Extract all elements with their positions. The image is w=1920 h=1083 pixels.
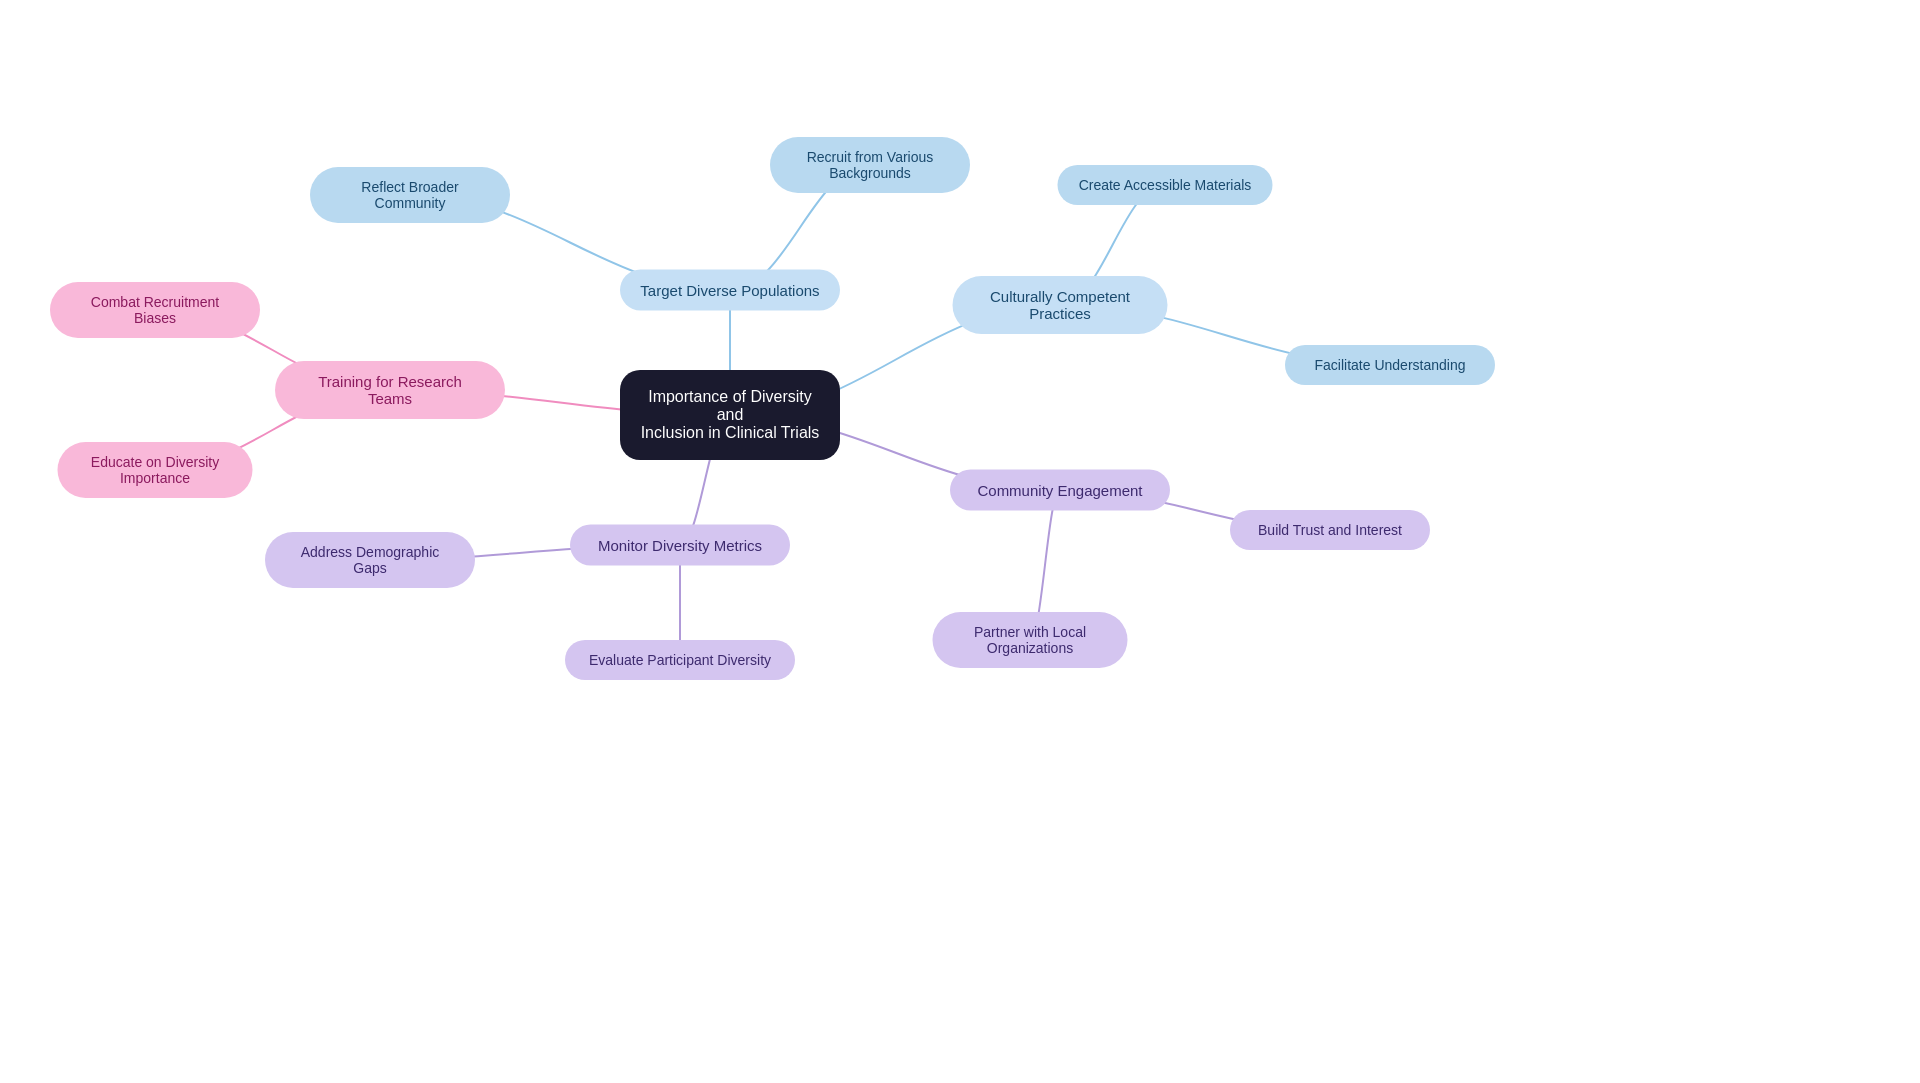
combat-biases-node[interactable]: Combat Recruitment Biases <box>50 282 260 338</box>
address-gaps-node[interactable]: Address Demographic Gaps <box>265 532 475 588</box>
evaluate-diversity-node[interactable]: Evaluate Participant Diversity <box>565 640 795 680</box>
recruit-various-node[interactable]: Recruit from Various Backgrounds <box>770 137 970 193</box>
create-accessible-node[interactable]: Create Accessible Materials <box>1058 165 1273 205</box>
culturally-competent-node[interactable]: Culturally Competent Practices <box>953 276 1168 334</box>
monitor-metrics-node[interactable]: Monitor Diversity Metrics <box>570 525 790 566</box>
mindmap-container: Importance of Diversity and Inclusion in… <box>0 0 1920 1083</box>
training-research-node[interactable]: Training for Research Teams <box>275 361 505 419</box>
target-diverse-node[interactable]: Target Diverse Populations <box>620 270 840 311</box>
community-engagement-node[interactable]: Community Engagement <box>950 470 1170 511</box>
center-node[interactable]: Importance of Diversity and Inclusion in… <box>620 370 840 460</box>
educate-diversity-node[interactable]: Educate on Diversity Importance <box>58 442 253 498</box>
partner-local-node[interactable]: Partner with Local Organizations <box>933 612 1128 668</box>
facilitate-understanding-node[interactable]: Facilitate Understanding <box>1285 345 1495 385</box>
build-trust-node[interactable]: Build Trust and Interest <box>1230 510 1430 550</box>
reflect-broader-node[interactable]: Reflect Broader Community <box>310 167 510 223</box>
